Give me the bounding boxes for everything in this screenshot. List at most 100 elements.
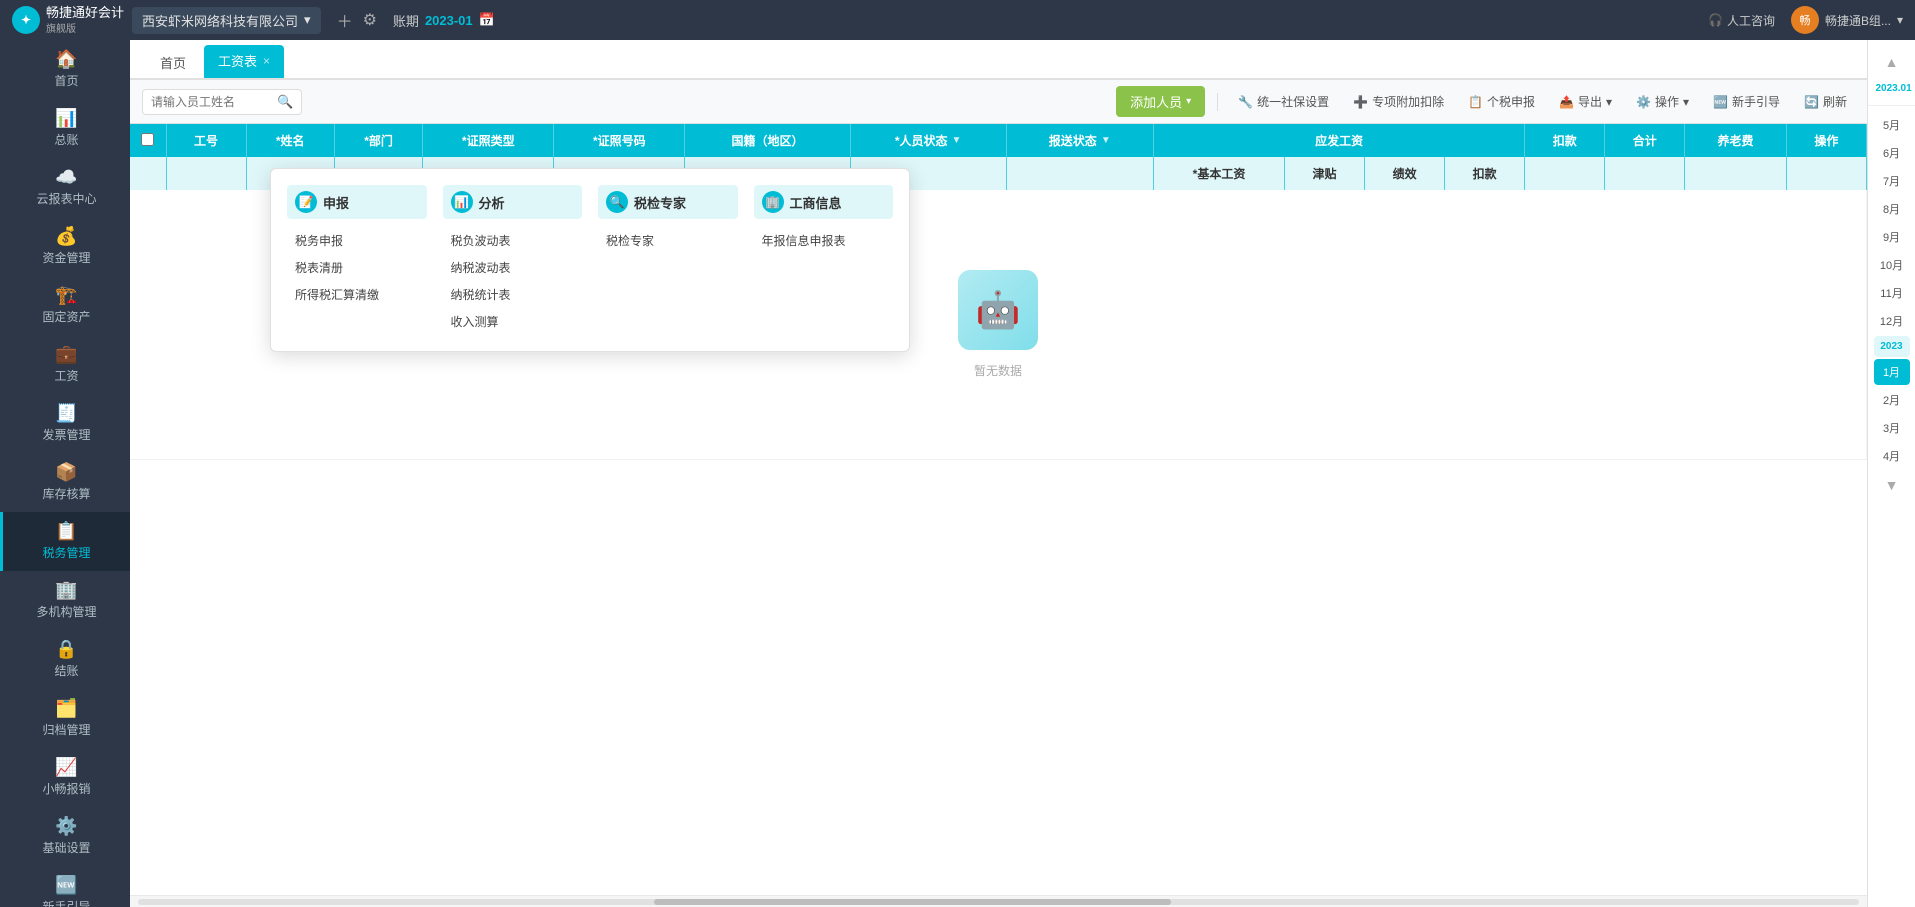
th-dept: *部门 bbox=[334, 124, 422, 157]
dropdown-item-annual-report[interactable]: 年报信息申报表 bbox=[754, 227, 894, 254]
dropdown-section-tax-expert: 🔍 税检专家 税检专家 bbox=[598, 185, 738, 335]
sidebar-item-label: 总账 bbox=[54, 131, 78, 148]
dropdown-item-tax-form[interactable]: 税表清册 bbox=[287, 254, 427, 281]
social-security-button[interactable]: 🔧 统一社保设置 bbox=[1230, 88, 1337, 115]
month-6[interactable]: 6月 bbox=[1874, 140, 1910, 166]
dropdown-item-expert[interactable]: 税检专家 bbox=[598, 227, 738, 254]
sidebar-item-fund[interactable]: 💰 资金管理 bbox=[0, 217, 130, 276]
sidebar-item-settings[interactable]: ⚙️ 基础设置 bbox=[0, 807, 130, 866]
sidebar-item-invoice[interactable]: 🧾 发票管理 bbox=[0, 394, 130, 453]
sidebar-item-archive[interactable]: 🗂️ 归档管理 bbox=[0, 689, 130, 748]
settings-icon[interactable]: ⚙ bbox=[363, 10, 377, 30]
top-bar-right: 🎧 人工咨询 畅 畅捷通B组... ▾ bbox=[1708, 6, 1903, 34]
sidebar-item-ledger[interactable]: 📊 总账 bbox=[0, 99, 130, 158]
operation-chevron-icon: ▾ bbox=[1683, 95, 1689, 109]
year-2023-label: 2023 bbox=[1874, 336, 1910, 357]
report-filter-icon: ▼ bbox=[1101, 135, 1111, 146]
tax-return-label: 个税申报 bbox=[1487, 93, 1535, 110]
month-4[interactable]: 4月 bbox=[1874, 443, 1910, 469]
month-9[interactable]: 9月 bbox=[1874, 224, 1910, 250]
deduction-icon: ➕ bbox=[1353, 95, 1368, 109]
refresh-button[interactable]: 🔄 刷新 bbox=[1796, 88, 1855, 115]
settings-nav-icon: ⚙️ bbox=[55, 817, 77, 835]
period-selector[interactable]: 账期 2023-01 📅 bbox=[393, 11, 495, 30]
th-id-no: *证照号码 bbox=[554, 124, 685, 157]
tab-close-icon[interactable]: × bbox=[263, 54, 270, 68]
month-3[interactable]: 3月 bbox=[1874, 415, 1910, 441]
operation-label: 操作 bbox=[1655, 93, 1679, 110]
add-company-icon[interactable]: ＋ bbox=[337, 8, 353, 32]
help-button[interactable]: 🎧 人工咨询 bbox=[1708, 12, 1775, 29]
th2-blank12 bbox=[1685, 157, 1786, 190]
select-all-checkbox[interactable] bbox=[141, 133, 154, 146]
add-employee-button[interactable]: 添加人员 ▾ bbox=[1116, 86, 1205, 117]
sidebar-item-label: 基础设置 bbox=[42, 839, 90, 856]
declaration-title-label: 申报 bbox=[323, 193, 349, 212]
sidebar-item-payroll[interactable]: 💼 工资 bbox=[0, 335, 130, 394]
sidebar-item-expense[interactable]: 📈 小畅报销 bbox=[0, 748, 130, 807]
user-menu[interactable]: 畅 畅捷通B组... ▾ bbox=[1791, 6, 1903, 34]
month-7[interactable]: 7月 bbox=[1874, 168, 1910, 194]
operation-button[interactable]: ⚙️ 操作 ▾ bbox=[1628, 88, 1697, 115]
sidebar-item-multi-org[interactable]: 🏢 多机构管理 bbox=[0, 571, 130, 630]
expert-icon: 🔍 bbox=[606, 191, 628, 213]
th-id-type: *证照类型 bbox=[423, 124, 554, 157]
month-8[interactable]: 8月 bbox=[1874, 196, 1910, 222]
th-checkbox[interactable] bbox=[130, 124, 166, 157]
sidebar-item-tax[interactable]: 📋 税务管理 bbox=[0, 512, 130, 571]
sidebar-item-label: 多机构管理 bbox=[36, 603, 96, 620]
dropdown-item-income-forecast[interactable]: 收入测算 bbox=[443, 308, 583, 335]
empty-text: 暂无数据 bbox=[974, 362, 1022, 379]
export-button[interactable]: 📤 导出 ▾ bbox=[1551, 88, 1620, 115]
month-1[interactable]: 1月 bbox=[1874, 359, 1910, 385]
guide-toolbar-button[interactable]: 🆕 新手引导 bbox=[1705, 88, 1788, 115]
tab-payroll[interactable]: 工资表 × bbox=[204, 45, 284, 78]
search-input[interactable] bbox=[151, 95, 271, 109]
th2-deduct: 扣款 bbox=[1445, 157, 1525, 190]
month-10[interactable]: 10月 bbox=[1874, 252, 1910, 278]
export-label: 导出 bbox=[1578, 93, 1602, 110]
sidebar-item-guide[interactable]: 🆕 新手引导 bbox=[0, 866, 130, 907]
guide-icon: 🆕 bbox=[55, 876, 77, 894]
dropdown-sections: 📝 申报 税务申报 税表清册 所得税汇算清缴 📊 分析 税负波动表 bbox=[287, 185, 893, 335]
company-selector[interactable]: 西安虾米网络科技有限公司 ▾ bbox=[132, 7, 321, 34]
tax-return-icon: 📋 bbox=[1468, 95, 1483, 109]
month-11[interactable]: 11月 bbox=[1874, 280, 1910, 306]
headset-icon: 🎧 bbox=[1708, 13, 1723, 27]
tab-home[interactable]: 首页 bbox=[146, 47, 200, 78]
user-name: 畅捷通B组... bbox=[1825, 12, 1891, 29]
sidebar-item-close[interactable]: 🔒 结账 bbox=[0, 630, 130, 689]
analysis-icon: 📊 bbox=[451, 191, 473, 213]
payroll-icon: 💼 bbox=[55, 345, 77, 363]
dropdown-item-tax-stats[interactable]: 纳税统计表 bbox=[443, 281, 583, 308]
fund-icon: 💰 bbox=[55, 227, 77, 245]
expert-title-label: 税检专家 bbox=[634, 193, 686, 212]
sidebar-item-assets[interactable]: 🏗️ 固定资产 bbox=[0, 276, 130, 335]
month-5[interactable]: 5月 bbox=[1874, 112, 1910, 138]
th-report-status[interactable]: 报送状态 ▼ bbox=[1006, 124, 1153, 157]
search-wrap: 🔍 bbox=[142, 89, 302, 115]
sidebar-item-inventory[interactable]: 📦 库存核算 bbox=[0, 453, 130, 512]
tax-return-button[interactable]: 📋 个税申报 bbox=[1460, 88, 1543, 115]
dropdown-item-tax-payment[interactable]: 纳税波动表 bbox=[443, 254, 583, 281]
dropdown-item-tax-declare[interactable]: 税务申报 bbox=[287, 227, 427, 254]
sidebar-item-cloud[interactable]: ☁️ 云报表中心 bbox=[0, 158, 130, 217]
sidebar-item-label: 新手引导 bbox=[42, 898, 90, 907]
sidebar-item-home[interactable]: 🏠 首页 bbox=[0, 40, 130, 99]
main-layout: 🏠 首页 📊 总账 ☁️ 云报表中心 💰 资金管理 🏗️ 固定资产 💼 工资 🧾… bbox=[0, 40, 1915, 907]
th-status[interactable]: *人员状态 ▼ bbox=[850, 124, 1006, 157]
home-icon: 🏠 bbox=[55, 50, 77, 68]
dropdown-item-tax-burden[interactable]: 税负波动表 bbox=[443, 227, 583, 254]
deduction-button[interactable]: ➕ 专项附加扣除 bbox=[1345, 88, 1452, 115]
th2-allowance: 津贴 bbox=[1285, 157, 1365, 190]
month-12[interactable]: 12月 bbox=[1874, 308, 1910, 334]
add-chevron-icon: ▾ bbox=[1186, 96, 1191, 107]
sidebar-item-label: 税务管理 bbox=[42, 544, 90, 561]
export-icon: 📤 bbox=[1559, 95, 1574, 109]
month-2[interactable]: 2月 bbox=[1874, 387, 1910, 413]
month-nav-down[interactable]: ▼ bbox=[1878, 471, 1906, 499]
operation-icon: ⚙️ bbox=[1636, 95, 1651, 109]
bottom-scrollbar[interactable] bbox=[130, 895, 1867, 907]
month-nav-up[interactable]: ▲ bbox=[1878, 48, 1906, 76]
dropdown-item-income-calc[interactable]: 所得税汇算清缴 bbox=[287, 281, 427, 308]
